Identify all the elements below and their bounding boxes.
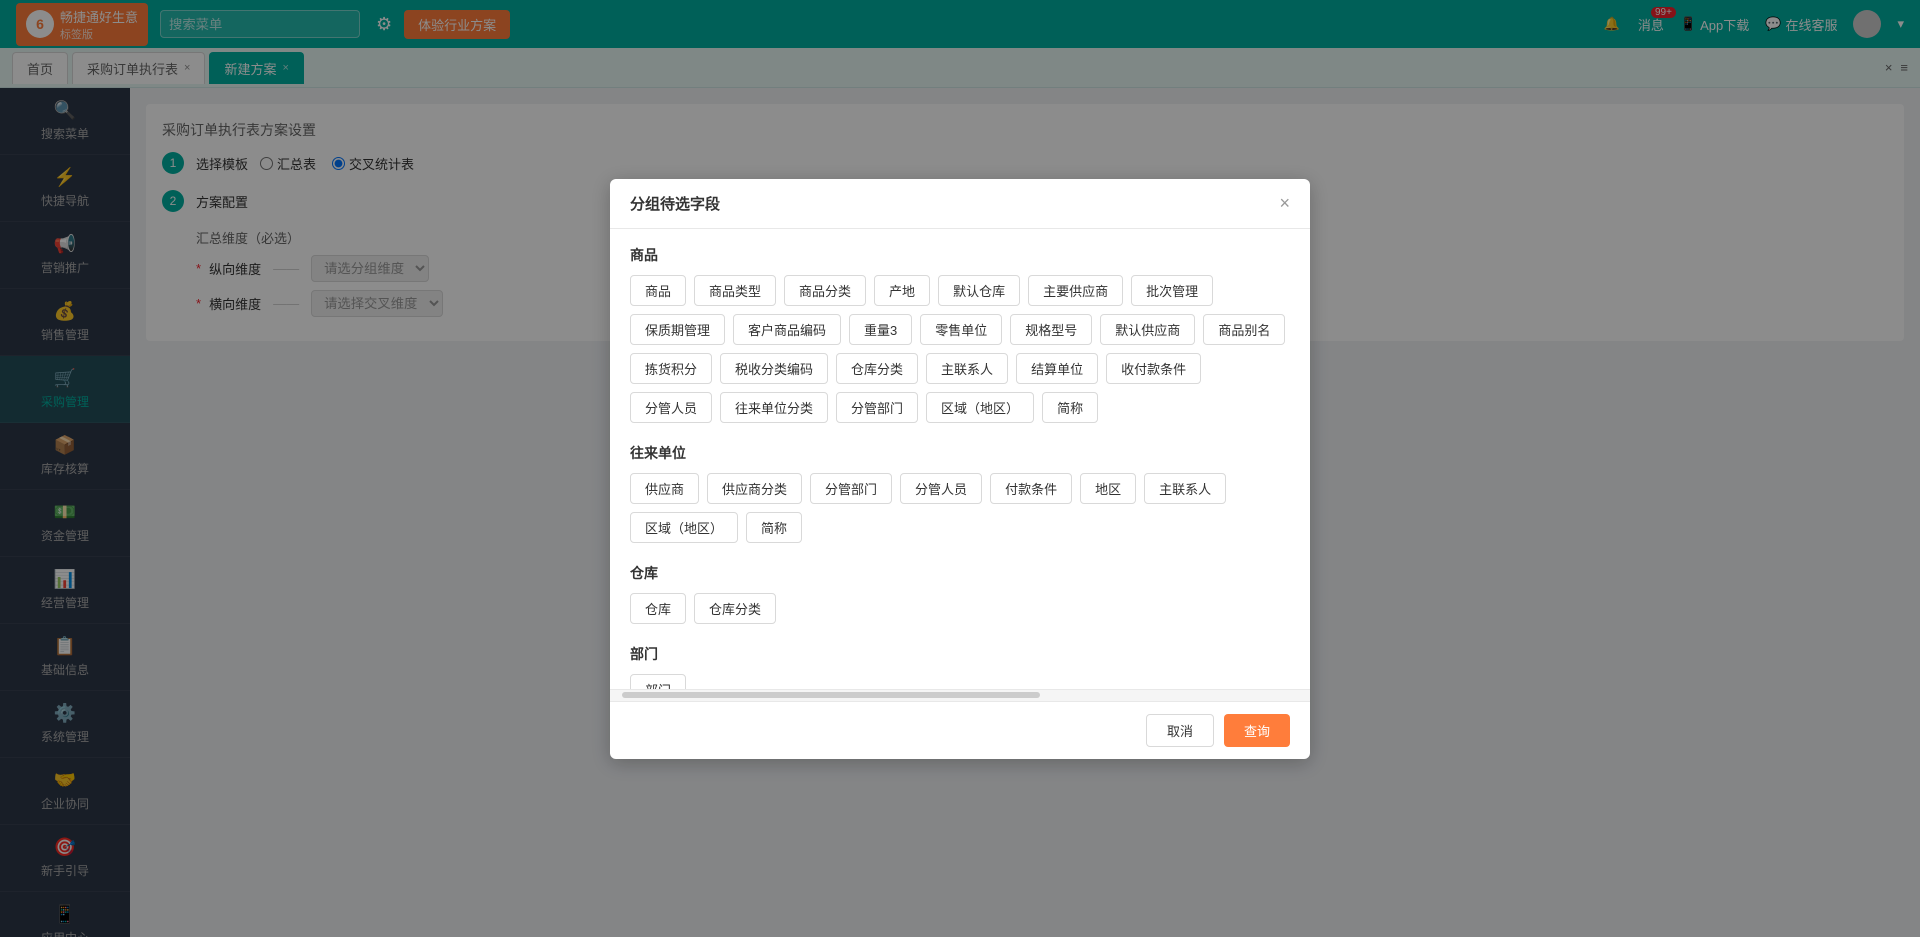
section-warehouse: 仓库 仓库 仓库分类 <box>630 563 1290 624</box>
field-tag[interactable]: 分管部门 <box>810 473 892 504</box>
field-tag[interactable]: 部门 <box>630 674 686 689</box>
field-tag[interactable]: 简称 <box>1042 392 1098 423</box>
field-tag[interactable]: 商品 <box>630 275 686 306</box>
field-tag[interactable]: 主联系人 <box>1144 473 1226 504</box>
field-tag[interactable]: 保质期管理 <box>630 314 725 345</box>
field-tag[interactable]: 商品别名 <box>1203 314 1285 345</box>
modal-title: 分组待选字段 <box>630 193 720 214</box>
field-tag[interactable]: 税收分类编码 <box>720 353 828 384</box>
modal-footer: 取消 查询 <box>610 701 1310 759</box>
section-partner-title: 往来单位 <box>630 443 1290 463</box>
section-dept: 部门 部门 <box>630 644 1290 689</box>
field-tag[interactable]: 主联系人 <box>926 353 1008 384</box>
field-tag[interactable]: 重量3 <box>849 314 912 345</box>
field-tag[interactable]: 默认仓库 <box>938 275 1020 306</box>
confirm-button[interactable]: 查询 <box>1224 714 1290 747</box>
field-tag[interactable]: 分管部门 <box>836 392 918 423</box>
partner-field-tags: 供应商 供应商分类 分管部门 分管人员 付款条件 地区 主联系人 区域（地区） … <box>630 473 1290 543</box>
modal-close-btn[interactable]: × <box>1279 194 1290 212</box>
field-tag[interactable]: 分管人员 <box>630 392 712 423</box>
field-tag[interactable]: 分管人员 <box>900 473 982 504</box>
field-tag[interactable]: 规格型号 <box>1010 314 1092 345</box>
field-tag[interactable]: 供应商分类 <box>707 473 802 504</box>
section-product: 商品 商品 商品类型 商品分类 产地 默认仓库 主要供应商 批次管理 保质期管理… <box>630 245 1290 423</box>
field-tag[interactable]: 供应商 <box>630 473 699 504</box>
field-tag[interactable]: 地区 <box>1080 473 1136 504</box>
field-tag[interactable]: 区域（地区） <box>630 512 738 543</box>
field-tag[interactable]: 付款条件 <box>990 473 1072 504</box>
field-tag[interactable]: 往来单位分类 <box>720 392 828 423</box>
field-tag[interactable]: 结算单位 <box>1016 353 1098 384</box>
field-tag[interactable]: 商品分类 <box>784 275 866 306</box>
modal-body: 商品 商品 商品类型 商品分类 产地 默认仓库 主要供应商 批次管理 保质期管理… <box>610 229 1310 689</box>
field-tag[interactable]: 仓库分类 <box>694 593 776 624</box>
hscroll-thumb <box>622 692 1040 698</box>
section-product-title: 商品 <box>630 245 1290 265</box>
field-tag[interactable]: 区域（地区） <box>926 392 1034 423</box>
field-tag[interactable]: 仓库 <box>630 593 686 624</box>
field-tag[interactable]: 主要供应商 <box>1028 275 1123 306</box>
product-field-tags: 商品 商品类型 商品分类 产地 默认仓库 主要供应商 批次管理 保质期管理 客户… <box>630 275 1290 423</box>
field-tag[interactable]: 简称 <box>746 512 802 543</box>
field-tag[interactable]: 客户商品编码 <box>733 314 841 345</box>
dept-field-tags: 部门 <box>630 674 1290 689</box>
modal-hscrollbar[interactable] <box>610 689 1310 701</box>
section-dept-title: 部门 <box>630 644 1290 664</box>
modal-header: 分组待选字段 × <box>610 179 1310 229</box>
warehouse-field-tags: 仓库 仓库分类 <box>630 593 1290 624</box>
modal-overlay: 分组待选字段 × 商品 商品 商品类型 商品分类 产地 默认仓库 主要供应商 批… <box>0 0 1920 937</box>
section-warehouse-title: 仓库 <box>630 563 1290 583</box>
field-tag[interactable]: 默认供应商 <box>1100 314 1195 345</box>
field-tag[interactable]: 批次管理 <box>1131 275 1213 306</box>
cancel-button[interactable]: 取消 <box>1146 714 1214 747</box>
field-select-modal: 分组待选字段 × 商品 商品 商品类型 商品分类 产地 默认仓库 主要供应商 批… <box>610 179 1310 759</box>
field-tag[interactable]: 拣货积分 <box>630 353 712 384</box>
field-tag[interactable]: 商品类型 <box>694 275 776 306</box>
field-tag[interactable]: 仓库分类 <box>836 353 918 384</box>
section-partner: 往来单位 供应商 供应商分类 分管部门 分管人员 付款条件 地区 主联系人 区域… <box>630 443 1290 543</box>
field-tag[interactable]: 零售单位 <box>920 314 1002 345</box>
field-tag[interactable]: 收付款条件 <box>1106 353 1201 384</box>
field-tag[interactable]: 产地 <box>874 275 930 306</box>
